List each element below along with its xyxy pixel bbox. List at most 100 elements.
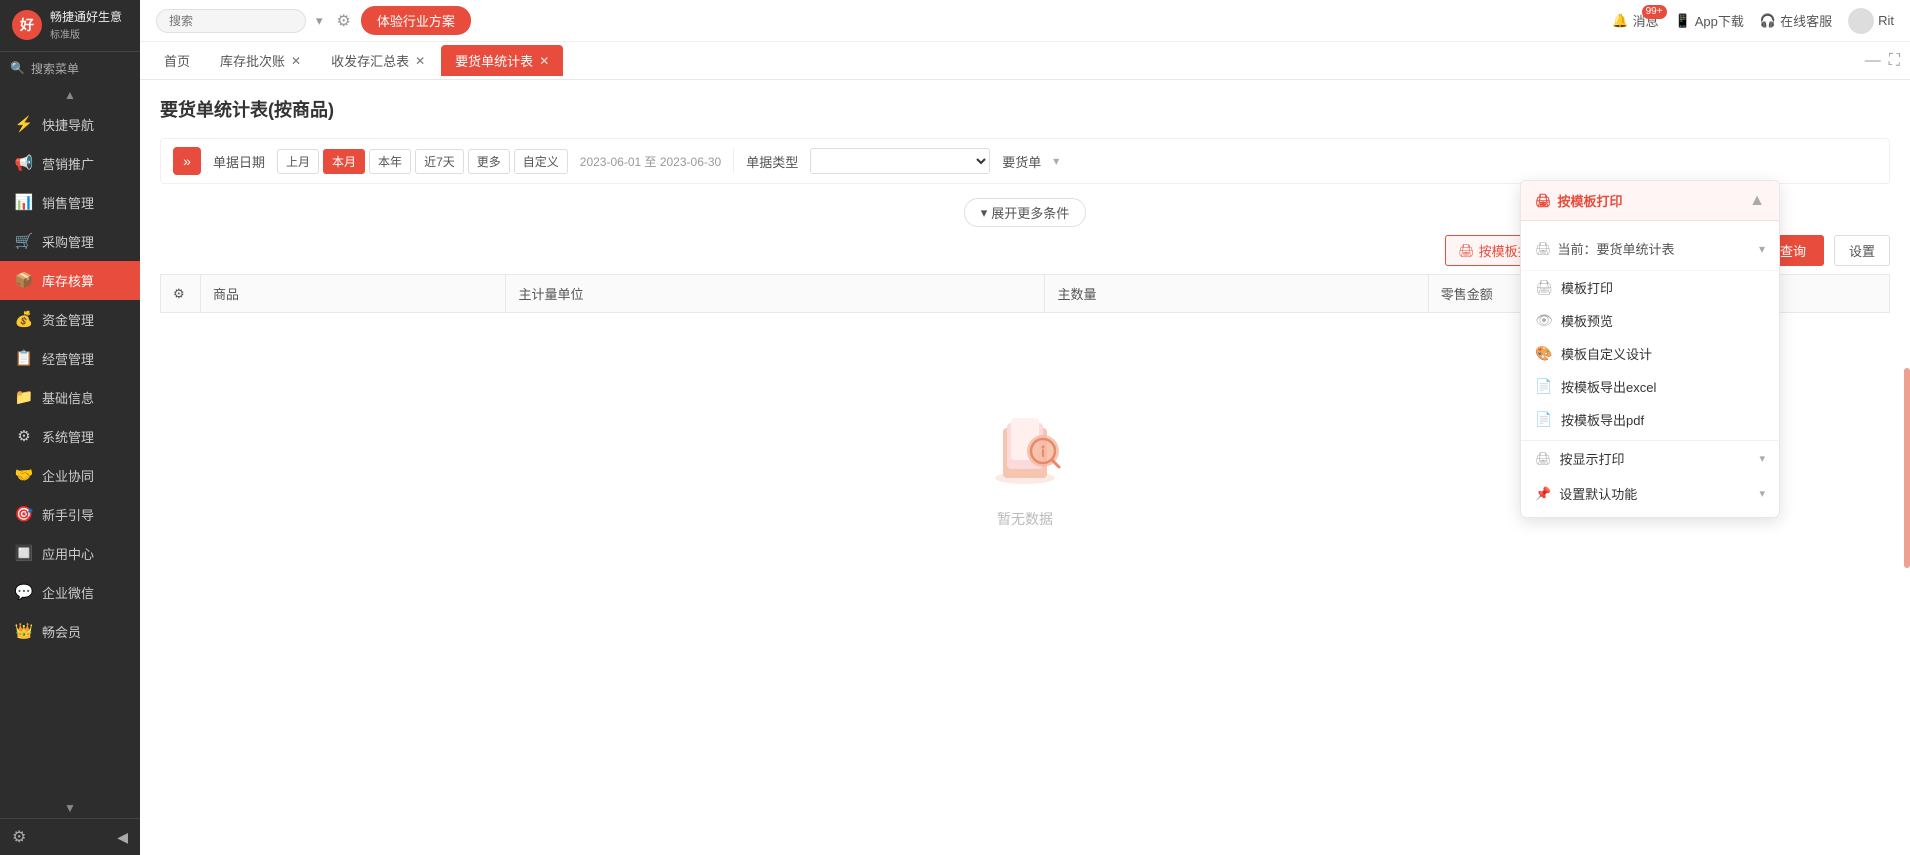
nav-icon-inventory: 📦 [14,271,34,289]
sidebar-item-marketing[interactable]: 📢 营销推广 [0,144,140,183]
dropdown-body: 🖨 当前：要货单统计表 ▾ 🖨 模板打印 👁 模板预览 🎨 模板 [1521,221,1779,517]
dropdown-close-icon[interactable]: ▲ [1749,192,1765,210]
dropdown-current-header[interactable]: 🖨 当前：要货单统计表 ▾ [1535,233,1765,264]
sidebar-item-finance[interactable]: 💰 资金管理 [0,300,140,339]
display-print-chevron: ▾ [1759,452,1765,465]
export-pdf-icon: 📄 [1535,411,1553,428]
yaohuodan-dropdown-icon[interactable]: ▾ [1053,154,1059,168]
template-custom-label: 模板自定义设计 [1561,344,1652,363]
tab-inventory-batch-close[interactable]: ✕ [291,54,301,68]
nav-icon-wechat: 💬 [14,583,34,601]
tab-order-stats[interactable]: 要货单统计表 ✕ [441,45,563,76]
date-btn-last-month[interactable]: 上月 [277,149,319,174]
logo-tag: 标准版 [50,26,122,41]
sidebar-item-collab[interactable]: 🤝 企业协同 [0,456,140,495]
table-header-unit: 主计量单位 [506,275,1045,313]
current-icon: 🖨 [1535,241,1552,257]
content-area: 要货单统计表(按商品) » 单据日期 上月 本月 本年 近7天 更多 自定义 2… [140,80,1910,855]
dropdown-title: 🖨 按模板打印 [1535,191,1623,210]
table-header-settings[interactable]: ⚙ [161,275,201,313]
sidebar-scroll-down[interactable]: ▼ [0,798,140,818]
sidebar-scroll-up[interactable]: ▲ [0,85,140,105]
default-func-label: 设置默认功能 [1559,484,1637,503]
tab-order-stats-close[interactable]: ✕ [539,54,549,68]
tab-home[interactable]: 首页 [150,45,204,76]
dropdown-item-template-preview[interactable]: 👁 模板预览 [1521,304,1779,337]
current-label: 当前：要货单统计表 [1558,239,1675,258]
nav-icon-apps: 🔲 [14,544,34,562]
tab-receivable-summary[interactable]: 收发存汇总表 ✕ [317,45,439,76]
sidebar-collapse-icon[interactable]: ◀ [117,829,128,846]
sidebar-item-apps[interactable]: 🔲 应用中心 [0,534,140,573]
sidebar-item-member[interactable]: 👑 畅会员 [0,612,140,651]
customer-service-button[interactable]: 🎧 在线客服 [1760,11,1832,30]
topbar-gear-icon[interactable]: ⚙ [337,11,351,31]
sidebar-search[interactable]: 🔍 搜索菜单 [0,52,140,85]
dropdown-item-template-print[interactable]: 🖨 模板打印 [1521,271,1779,304]
sidebar-item-wechat[interactable]: 💬 企业微信 [0,573,140,612]
sidebar-item-purchase[interactable]: 🛒 采购管理 [0,222,140,261]
sidebar-nav: ⚡ 快捷导航 📢 营销推广 📊 销售管理 🛒 采购管理 📦 库存核算 💰 资金管… [0,105,140,798]
user-name: Rit [1878,13,1894,28]
printer-icon: 🖨 [1458,243,1475,259]
dropdown-item-template-custom[interactable]: 🎨 模板自定义设计 [1521,337,1779,370]
tab-inventory-batch[interactable]: 库存批次账 ✕ [206,45,315,76]
logo-icon: 好 [12,10,42,40]
filter-expand-button[interactable]: » [173,147,201,175]
date-filter-label: 单据日期 [213,152,265,171]
nav-label-marketing: 营销推广 [42,154,94,173]
template-preview-icon: 👁 [1535,312,1553,329]
date-btn-this-month[interactable]: 本月 [323,149,365,174]
sidebar-settings-icon[interactable]: ⚙ [12,827,26,847]
bell-icon: 🔔 [1612,13,1628,29]
date-btn-custom[interactable]: 自定义 [514,149,568,174]
default-func-chevron: ▾ [1759,487,1765,500]
nav-label-collab: 企业协同 [42,466,94,485]
nav-label-sales: 销售管理 [42,193,94,212]
nav-icon-quick: ⚡ [14,115,34,133]
topbar-chevron-icon[interactable]: ▾ [316,13,323,29]
filter-divider-1 [733,149,734,173]
export-pdf-label: 按模板导出pdf [1561,410,1644,429]
dropdown-display-print[interactable]: 🖨 按显示打印 ▾ [1521,441,1779,476]
sidebar-item-sales[interactable]: 📊 销售管理 [0,183,140,222]
nav-label-member: 畅会员 [42,622,81,641]
tab-receivable-summary-label: 收发存汇总表 [331,51,409,70]
settings-button[interactable]: 设置 [1834,235,1890,266]
trial-button[interactable]: 体验行业方案 [361,6,471,35]
app-download-button[interactable]: 📱 App下载 [1675,11,1744,30]
date-btn-more[interactable]: 更多 [468,149,510,174]
sidebar-item-inventory[interactable]: 📦 库存核算 [0,261,140,300]
notification-button[interactable]: 🔔 消息 99+ [1612,11,1658,30]
tab-receivable-summary-close[interactable]: ✕ [415,54,425,68]
right-scrollbar[interactable] [1904,368,1910,568]
type-filter-select[interactable] [810,148,990,174]
sidebar-item-quick-nav[interactable]: ⚡ 快捷导航 [0,105,140,144]
dropdown-header: 🖨 按模板打印 ▲ [1521,181,1779,221]
filter-bar: » 单据日期 上月 本月 本年 近7天 更多 自定义 2023-06-01 至 … [160,138,1890,184]
tab-minimize-icon[interactable]: — [1865,52,1881,70]
dropdown-item-export-pdf[interactable]: 📄 按模板导出pdf [1521,403,1779,436]
sidebar-item-guide[interactable]: 🎯 新手引导 [0,495,140,534]
dropdown-item-export-excel[interactable]: 📄 按模板导出excel [1521,370,1779,403]
tab-expand-icon[interactable]: ⛶ [1889,52,1900,70]
expand-more-button[interactable]: ▾ 展开更多条件 [964,198,1087,227]
date-btn-7days[interactable]: 近7天 [415,149,464,174]
template-preview-label: 模板预览 [1561,311,1613,330]
nav-icon-basic: 📁 [14,388,34,406]
user-avatar-button[interactable]: Rit [1848,8,1894,34]
logo-text: 畅捷通好生意 [50,10,122,26]
sidebar-item-system[interactable]: ⚙ 系统管理 [0,417,140,456]
nav-icon-collab: 🤝 [14,466,34,484]
nav-label-wechat: 企业微信 [42,583,94,602]
nav-icon-system: ⚙ [14,427,34,445]
date-btn-this-year[interactable]: 本年 [369,149,411,174]
dropdown-default-func[interactable]: 📌 设置默认功能 ▾ [1521,476,1779,511]
sidebar-item-basic[interactable]: 📁 基础信息 [0,378,140,417]
topbar-search-input[interactable] [156,9,306,33]
date-range-display: 2023-06-01 至 2023-06-30 [580,153,721,170]
dropdown-title-label: 按模板打印 [1558,191,1623,210]
sidebar-item-operation[interactable]: 📋 经营管理 [0,339,140,378]
notification-count: 99+ [1642,5,1667,19]
empty-illustration [975,393,1075,493]
